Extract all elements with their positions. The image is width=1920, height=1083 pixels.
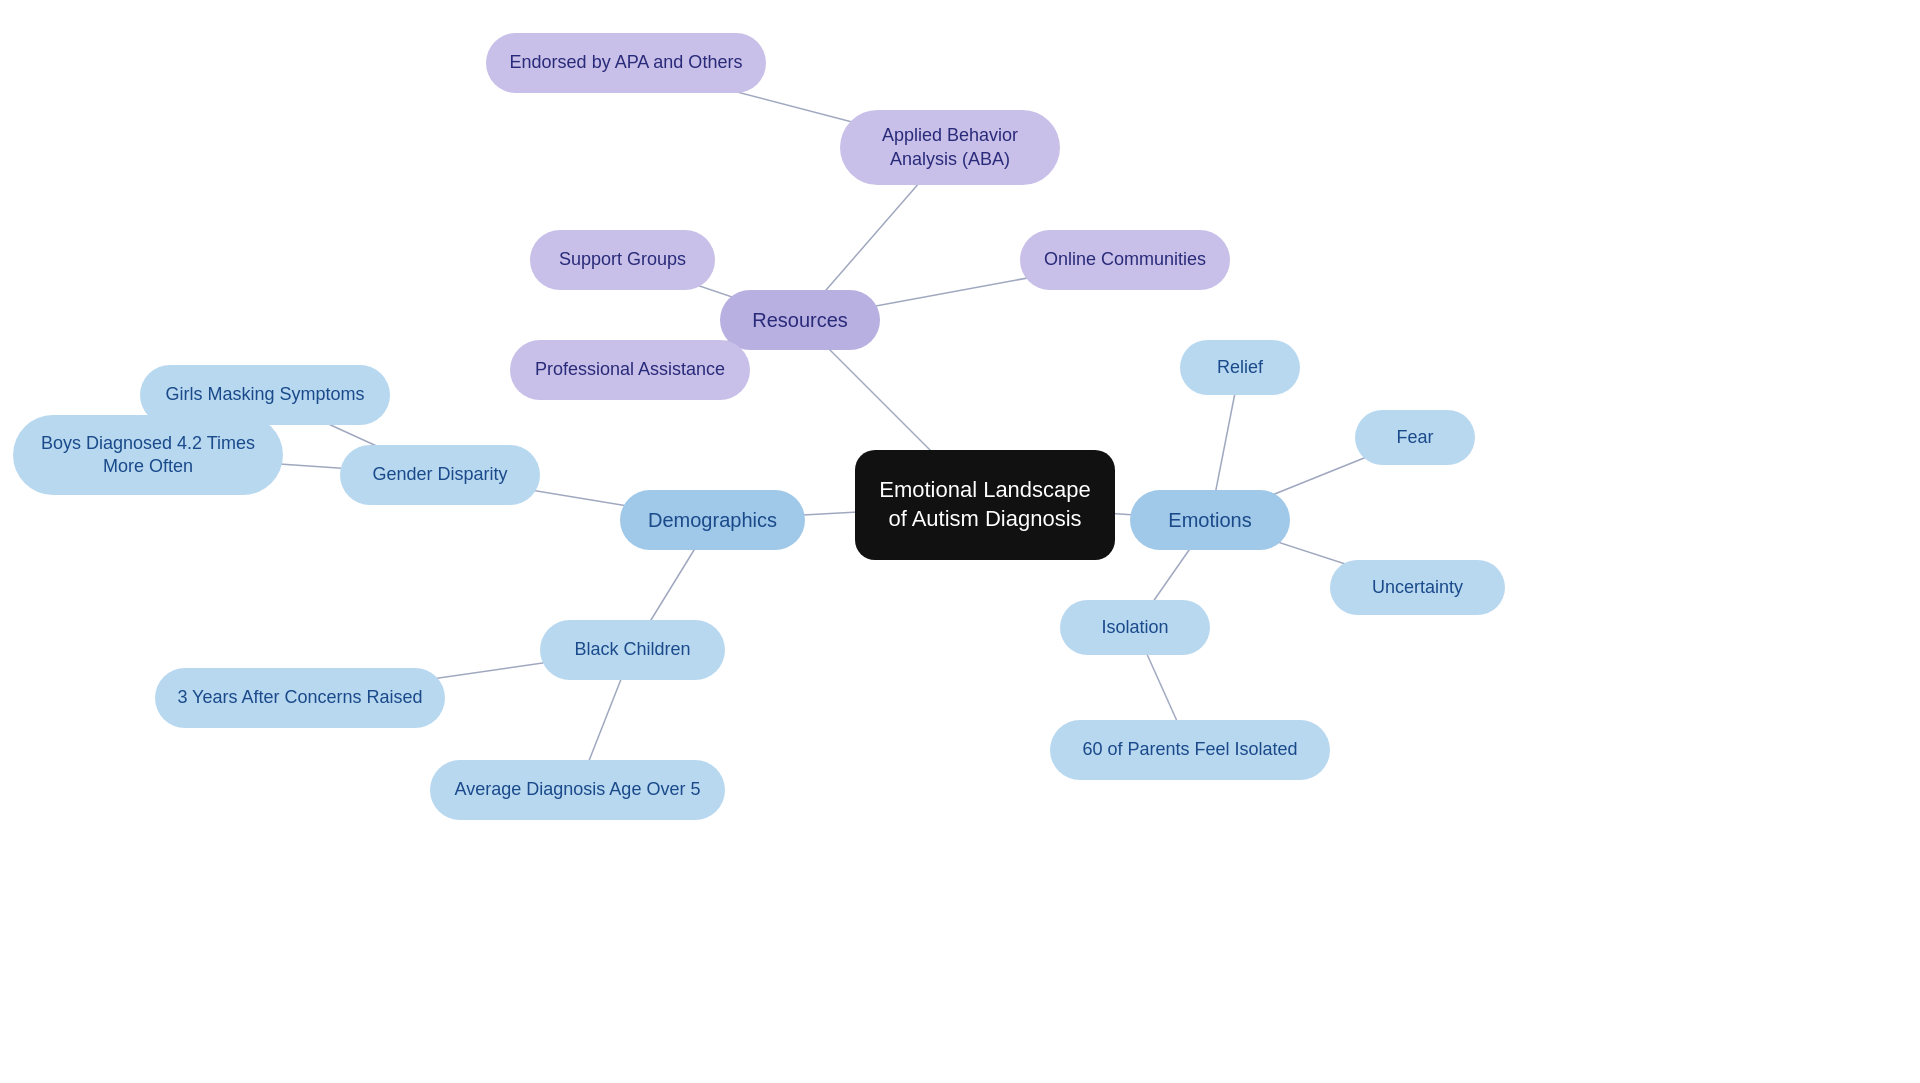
node-resources: Resources (720, 290, 880, 350)
node-demographics: Demographics (620, 490, 805, 550)
node-fear: Fear (1355, 410, 1475, 465)
node-boys_diagnosed: Boys Diagnosed 4.2 Times More Often (13, 415, 283, 495)
node-online_communities: Online Communities (1020, 230, 1230, 290)
node-uncertainty: Uncertainty (1330, 560, 1505, 615)
node-professional: Professional Assistance (510, 340, 750, 400)
node-parents_isolated: 60 of Parents Feel Isolated (1050, 720, 1330, 780)
node-isolation: Isolation (1060, 600, 1210, 655)
node-three_years: 3 Years After Concerns Raised (155, 668, 445, 728)
node-relief: Relief (1180, 340, 1300, 395)
node-center: Emotional Landscape of Autism Diagnosis (855, 450, 1115, 560)
node-aba: Applied Behavior Analysis (ABA) (840, 110, 1060, 185)
node-black_children: Black Children (540, 620, 725, 680)
node-endorsed: Endorsed by APA and Others (486, 33, 766, 93)
node-support_groups: Support Groups (530, 230, 715, 290)
node-emotions: Emotions (1130, 490, 1290, 550)
node-gender_disparity: Gender Disparity (340, 445, 540, 505)
node-avg_diagnosis: Average Diagnosis Age Over 5 (430, 760, 725, 820)
